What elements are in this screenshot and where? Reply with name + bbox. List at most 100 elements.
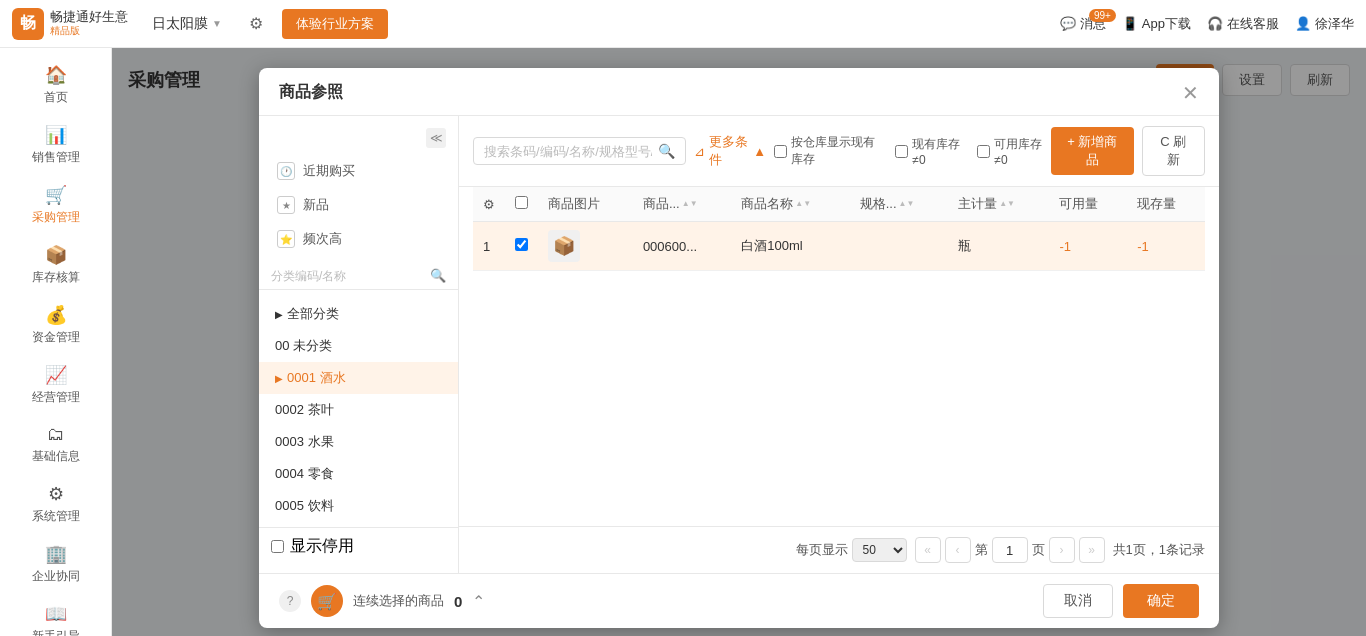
last-page-button[interactable]: » bbox=[1079, 537, 1105, 563]
cell-spec bbox=[850, 222, 948, 271]
new-product-btn[interactable]: ★ 新品 bbox=[269, 190, 448, 220]
refresh-product-button[interactable]: C 刷新 bbox=[1142, 126, 1205, 176]
cart-button[interactable]: 🛒 bbox=[311, 585, 343, 617]
cell-image: 📦 bbox=[538, 222, 633, 271]
prev-page-button[interactable]: ‹ bbox=[945, 537, 971, 563]
nonzero-stock-filter[interactable]: 现有库存≠0 bbox=[895, 136, 961, 167]
pagination: 每页显示 20 50 100 « ‹ 第 bbox=[459, 526, 1219, 573]
table-row[interactable]: 1 📦 000600... 白酒100ml bbox=[473, 222, 1205, 271]
cancel-button[interactable]: 取消 bbox=[1043, 584, 1113, 618]
message-nav-item[interactable]: 💬 消息 99+ bbox=[1060, 15, 1106, 33]
confirm-button[interactable]: 确定 bbox=[1123, 584, 1199, 618]
warehouse-stock-filter[interactable]: 按仓库显示现有库存 bbox=[774, 134, 879, 168]
sidebar-item-system[interactable]: ⚙ 系统管理 bbox=[0, 475, 111, 533]
category-all[interactable]: ▶ 全部分类 bbox=[259, 298, 458, 330]
cell-checkbox bbox=[505, 222, 538, 271]
cell-unit: 瓶 bbox=[948, 222, 1049, 271]
nav-right: 💬 消息 99+ 📱 App下载 🎧 在线客服 👤 徐泽华 bbox=[1060, 15, 1354, 33]
experience-button[interactable]: 体验行业方案 bbox=[282, 9, 388, 39]
sidebar-item-guide[interactable]: 📖 新手引导 bbox=[0, 595, 111, 636]
footer-select-count: 0 bbox=[454, 593, 462, 610]
category-0004[interactable]: 0004 零食 bbox=[259, 458, 458, 490]
operation-icon: 📈 bbox=[45, 364, 67, 386]
settings-icon[interactable]: ⚙ bbox=[242, 10, 270, 38]
sort-arrows-name-icon: ▲▼ bbox=[795, 200, 811, 208]
settings-col-icon[interactable]: ⚙ bbox=[483, 197, 495, 212]
col-name-sort[interactable]: 商品名称 ▲▼ bbox=[741, 195, 811, 213]
logo: 畅 畅捷通好生意 精品版 bbox=[12, 8, 132, 40]
show-disabled-checkbox[interactable] bbox=[271, 540, 284, 553]
first-page-button[interactable]: « bbox=[915, 537, 941, 563]
col-checkbox bbox=[505, 187, 538, 222]
category-00[interactable]: 00 未分类 bbox=[259, 330, 458, 362]
more-filter-button[interactable]: ⊿ 更多条件 ▲ bbox=[694, 133, 766, 169]
inventory-icon: 📦 bbox=[45, 244, 67, 266]
col-image: 商品图片 bbox=[538, 187, 633, 222]
next-page-button[interactable]: › bbox=[1049, 537, 1075, 563]
sidebar-item-label: 库存核算 bbox=[32, 269, 80, 286]
enterprise-icon: 🏢 bbox=[45, 543, 67, 565]
collapse-icon[interactable]: ≪ bbox=[426, 128, 446, 148]
high-frequency-btn[interactable]: ⭐ 频次高 bbox=[269, 224, 448, 254]
col-unit-sort[interactable]: 主计量 ▲▼ bbox=[958, 195, 1015, 213]
online-service-label: 在线客服 bbox=[1227, 15, 1279, 33]
select-all-checkbox[interactable] bbox=[515, 196, 528, 209]
col-stock-label: 现存量 bbox=[1137, 196, 1176, 211]
col-spec-sort[interactable]: 规格... ▲▼ bbox=[860, 195, 915, 213]
category-0001[interactable]: ▶ 0001 酒水 bbox=[259, 362, 458, 394]
sidebar-item-inventory[interactable]: 📦 库存核算 bbox=[0, 236, 111, 294]
logo-text-wrap: 畅捷通好生意 精品版 bbox=[50, 9, 128, 39]
usable-stock-checkbox[interactable] bbox=[977, 145, 990, 158]
sidebar-item-sales[interactable]: 📊 销售管理 bbox=[0, 116, 111, 174]
user-nav-item[interactable]: 👤 徐泽华 bbox=[1295, 15, 1354, 33]
col-unit[interactable]: 主计量 ▲▼ bbox=[948, 187, 1049, 222]
store-selector[interactable]: 日太阳膜 ▼ bbox=[144, 15, 230, 33]
sidebar-item-operation[interactable]: 📈 经营管理 bbox=[0, 356, 111, 414]
col-code[interactable]: 商品... ▲▼ bbox=[633, 187, 731, 222]
help-icon[interactable]: ? bbox=[279, 590, 301, 612]
page-size-label: 每页显示 bbox=[796, 541, 848, 559]
row-checkbox[interactable] bbox=[515, 238, 528, 251]
basic-info-icon: 🗂 bbox=[47, 424, 65, 445]
sidebar-item-label: 首页 bbox=[44, 89, 68, 106]
product-search-input[interactable] bbox=[484, 144, 652, 159]
sidebar-item-enterprise[interactable]: 🏢 企业协同 bbox=[0, 535, 111, 593]
high-frequency-icon: ⭐ bbox=[277, 230, 295, 248]
cell-name: 白酒100ml bbox=[731, 222, 849, 271]
cell-num: 1 bbox=[473, 222, 505, 271]
page-number-input[interactable] bbox=[992, 537, 1028, 563]
sidebar-item-home[interactable]: 🏠 首页 bbox=[0, 56, 111, 114]
sidebar-item-basic-info[interactable]: 🗂 基础信息 bbox=[0, 416, 111, 473]
warehouse-stock-checkbox[interactable] bbox=[774, 145, 787, 158]
category-search: 🔍 bbox=[259, 262, 458, 290]
col-spec[interactable]: 规格... ▲▼ bbox=[850, 187, 948, 222]
sidebar-item-label: 基础信息 bbox=[32, 448, 80, 465]
sidebar-item-finance[interactable]: 💰 资金管理 bbox=[0, 296, 111, 354]
sidebar-item-purchase[interactable]: 🛒 采购管理 bbox=[0, 176, 111, 234]
store-arrow-icon: ▼ bbox=[212, 18, 222, 29]
sidebar-item-label: 采购管理 bbox=[32, 209, 80, 226]
table-header-row: ⚙ 商品图片 bbox=[473, 187, 1205, 222]
col-code-sort[interactable]: 商品... ▲▼ bbox=[643, 195, 698, 213]
message-badge: 99+ bbox=[1089, 9, 1116, 22]
col-name[interactable]: 商品名称 ▲▼ bbox=[731, 187, 849, 222]
footer-collapse-icon[interactable]: ⌃ bbox=[472, 592, 485, 611]
modal-close-button[interactable]: ✕ bbox=[1182, 83, 1199, 103]
category-search-icon[interactable]: 🔍 bbox=[430, 268, 446, 283]
app-download-label: App下载 bbox=[1142, 15, 1191, 33]
category-0003[interactable]: 0003 水果 bbox=[259, 426, 458, 458]
sidebar-item-label: 资金管理 bbox=[32, 329, 80, 346]
page-size-select[interactable]: 20 50 100 bbox=[852, 538, 907, 562]
category-0005[interactable]: 0005 饮料 bbox=[259, 490, 458, 522]
usable-stock-filter[interactable]: 可用库存≠0 bbox=[977, 136, 1043, 167]
category-0002[interactable]: 0002 茶叶 bbox=[259, 394, 458, 426]
nonzero-stock-checkbox[interactable] bbox=[895, 145, 908, 158]
recent-purchase-btn[interactable]: 🕐 近期购买 bbox=[269, 156, 448, 186]
app-download-nav-item[interactable]: 📱 App下载 bbox=[1122, 15, 1191, 33]
add-product-button[interactable]: + 新增商品 bbox=[1051, 127, 1133, 175]
sidebar-item-label: 企业协同 bbox=[32, 568, 80, 585]
online-service-nav-item[interactable]: 🎧 在线客服 bbox=[1207, 15, 1279, 33]
content-area: 采购管理 查询 设置 刷新 商品参照 ✕ bbox=[112, 48, 1366, 636]
product-search-icon[interactable]: 🔍 bbox=[658, 143, 675, 159]
category-search-input[interactable] bbox=[271, 269, 424, 283]
